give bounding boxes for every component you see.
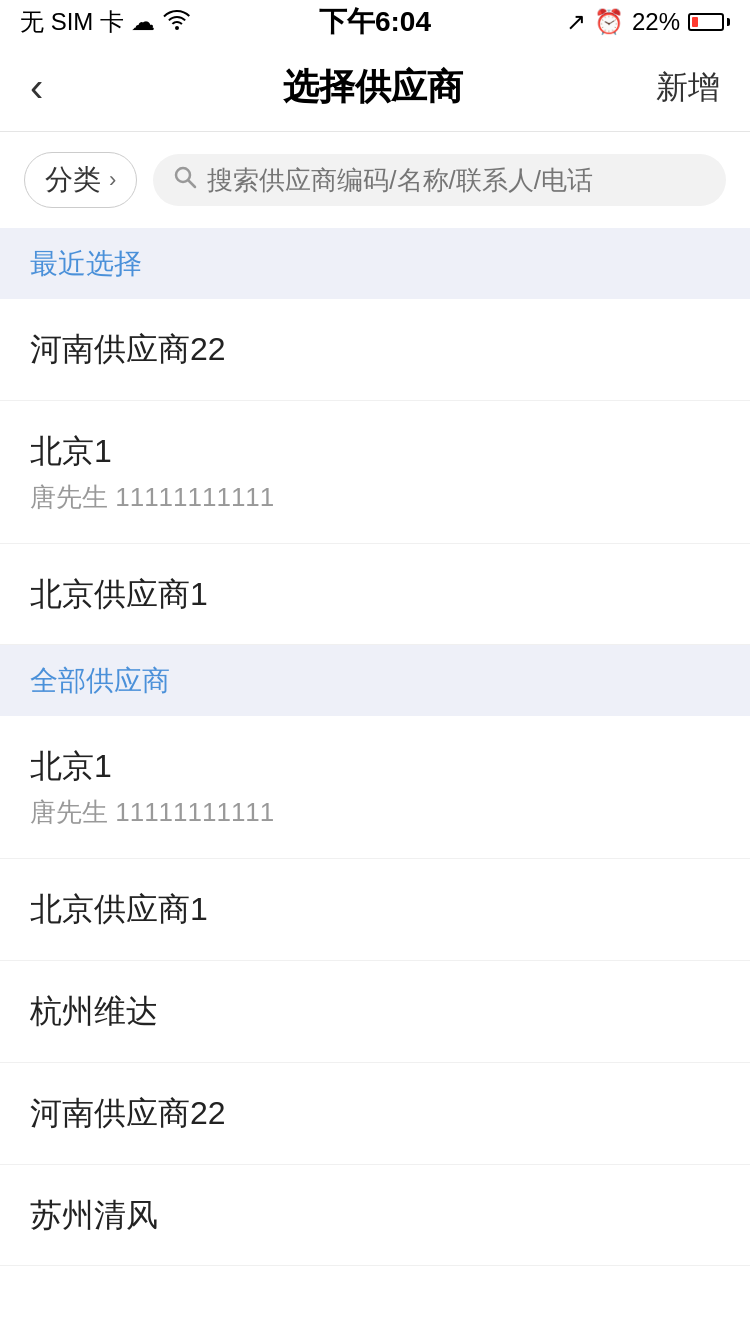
item-name: 杭州维达 <box>30 989 720 1034</box>
nav-bar: ‹ 选择供应商 新增 <box>0 44 750 132</box>
location-icon: ↗ <box>566 8 586 36</box>
item-subtitle: 唐先生 11111111111 <box>30 480 720 515</box>
status-time: 下午6:04 <box>319 3 431 41</box>
page-title: 选择供应商 <box>283 63 463 112</box>
status-left: 无 SIM 卡 ☁ <box>20 6 191 38</box>
search-icon <box>173 164 197 196</box>
filter-bar: 分类 › <box>0 132 750 228</box>
item-name: 北京供应商1 <box>30 887 720 932</box>
all-section-title: 全部供应商 <box>30 665 170 696</box>
sim-status: 无 SIM 卡 ☁ <box>20 6 155 38</box>
list-item[interactable]: 河南供应商22 <box>0 299 750 401</box>
recent-items-list: 河南供应商22 北京1 唐先生 11111111111 北京供应商1 <box>0 299 750 645</box>
list-item[interactable]: 北京1 唐先生 11111111111 <box>0 716 750 859</box>
search-input[interactable] <box>207 165 706 196</box>
status-bar: 无 SIM 卡 ☁ 下午6:04 ↗ ⏰ 22% <box>0 0 750 44</box>
item-subtitle: 唐先生 11111111111 <box>30 795 720 830</box>
chevron-right-icon: › <box>109 167 116 193</box>
search-box[interactable] <box>153 154 726 206</box>
item-name: 北京1 <box>30 429 720 474</box>
list-item[interactable]: 北京1 唐先生 11111111111 <box>0 401 750 544</box>
item-name: 河南供应商22 <box>30 1091 720 1136</box>
back-button[interactable]: ‹ <box>30 65 90 110</box>
list-item[interactable]: 苏州清风 <box>0 1165 750 1267</box>
recent-section-title: 最近选择 <box>30 248 142 279</box>
all-items-list: 北京1 唐先生 11111111111 北京供应商1 杭州维达 河南供应商22 … <box>0 716 750 1266</box>
item-name: 河南供应商22 <box>30 327 720 372</box>
list-item[interactable]: 北京供应商1 <box>0 544 750 646</box>
all-section-header: 全部供应商 <box>0 645 750 716</box>
item-name: 苏州清风 <box>30 1193 720 1238</box>
status-right: ↗ ⏰ 22% <box>566 8 730 36</box>
svg-line-1 <box>189 181 196 188</box>
wifi-icon <box>163 8 191 36</box>
list-item[interactable]: 北京供应商1 <box>0 859 750 961</box>
category-label: 分类 <box>45 161 101 199</box>
recent-section-header: 最近选择 <box>0 228 750 299</box>
alarm-icon: ⏰ <box>594 8 624 36</box>
list-item[interactable]: 河南供应商22 <box>0 1063 750 1165</box>
item-name: 北京1 <box>30 744 720 789</box>
category-filter-button[interactable]: 分类 › <box>24 152 137 208</box>
battery-pct: 22% <box>632 8 680 36</box>
new-action-button[interactable]: 新增 <box>656 66 720 110</box>
battery-icon <box>688 13 730 31</box>
item-name: 北京供应商1 <box>30 572 720 617</box>
list-item[interactable]: 杭州维达 <box>0 961 750 1063</box>
